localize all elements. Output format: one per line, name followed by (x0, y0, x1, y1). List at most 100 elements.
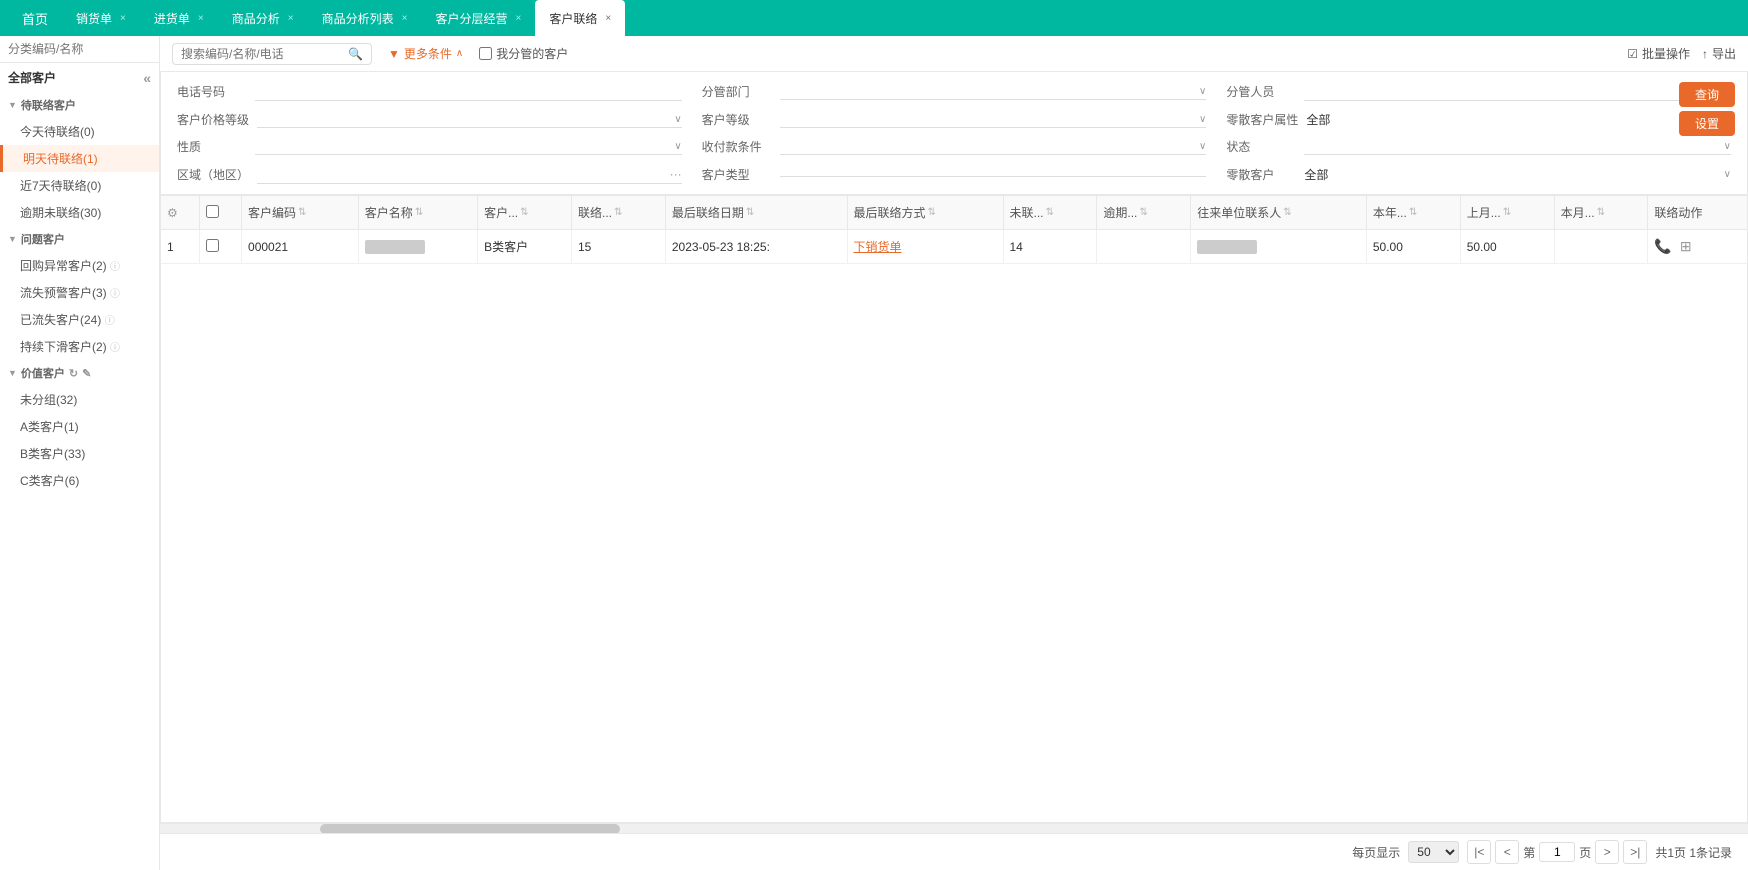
filter-row-status: 状态 ∨ (1226, 138, 1731, 155)
filter-manager-select[interactable]: ··· (1304, 82, 1731, 101)
batch-ops-btn[interactable]: ☑ 批量操作 (1627, 45, 1690, 62)
filter-price-grade-select[interactable]: ∨ (257, 112, 682, 128)
filter-customer-grade-select[interactable]: ∨ (780, 112, 1207, 128)
sidebar-item-warning[interactable]: 流失预警客户(3) ⓘ (0, 279, 159, 306)
th-unlinked[interactable]: 未联...⇅ (1003, 196, 1097, 230)
close-icon[interactable]: × (120, 13, 126, 24)
th-last-contact-date[interactable]: 最后联络日期⇅ (665, 196, 847, 230)
settings-button[interactable]: 设置 (1679, 111, 1735, 136)
page-number-input[interactable] (1539, 842, 1575, 862)
filter-panel: 电话号码 分管部门 ∨ 分管人员 ··· 客户价格等级 (160, 72, 1748, 195)
filter-customer-type-select[interactable] (780, 172, 1207, 177)
td-this-month (1554, 230, 1648, 264)
th-type[interactable]: 客户...⇅ (478, 196, 572, 230)
th-name[interactable]: 客户名称⇅ (358, 196, 477, 230)
last-page-btn[interactable]: >| (1623, 840, 1647, 864)
search-icon[interactable]: 🔍 (348, 47, 363, 61)
sidebar-item-c-class[interactable]: C类客户(6) (0, 467, 159, 494)
close-icon[interactable]: × (605, 13, 611, 24)
nav-item-productanalysis[interactable]: 商品分析 × (218, 0, 308, 36)
filter-row-dept: 分管部门 ∨ (702, 82, 1207, 101)
nav-item-salesorder[interactable]: 销货单 × (62, 0, 140, 36)
nav-home[interactable]: 首页 (8, 0, 62, 36)
sidebar-item-a-class[interactable]: A类客户(1) (0, 413, 159, 440)
sidebar-item-lost[interactable]: 已流失客户(24) ⓘ (0, 306, 159, 333)
chevron-down-icon: ∨ (1199, 86, 1206, 97)
close-icon[interactable]: × (402, 13, 408, 24)
filter-row-phone: 电话号码 (177, 82, 682, 101)
filter-row-customer-grade: 客户等级 ∨ (702, 111, 1207, 128)
row-checkbox[interactable] (206, 239, 219, 252)
query-button[interactable]: 查询 (1679, 82, 1735, 107)
filter-payment-select[interactable]: ∨ (780, 139, 1207, 155)
sidebar-item-today[interactable]: 今天待联络(0) (0, 118, 159, 145)
per-page-select[interactable]: 50 20 100 (1408, 841, 1459, 863)
settings-icon[interactable]: ⚙ (167, 206, 178, 220)
bottom-scrollbar[interactable] (160, 823, 1748, 833)
th-this-month[interactable]: 本月...⇅ (1554, 196, 1648, 230)
td-action: 📞 ⊞ (1648, 230, 1747, 264)
sidebar-group-problem[interactable]: 问题客户 (0, 226, 159, 252)
th-last-contact-way[interactable]: 最后联络方式⇅ (847, 196, 1003, 230)
next-page-btn[interactable]: > (1595, 840, 1619, 864)
export-btn[interactable]: ↑ 导出 (1702, 45, 1736, 62)
sort-icon: ⇅ (298, 207, 306, 218)
sidebar-item-b-class[interactable]: B类客户(33) (0, 440, 159, 467)
filter-nature-select[interactable]: ∨ (255, 139, 682, 155)
nav-item-purchaseorder[interactable]: 进货单 × (140, 0, 218, 36)
td-last-way[interactable]: 下销货单 (847, 230, 1003, 264)
nav-item-customersegment[interactable]: 客户分层经营 × (421, 0, 535, 36)
sidebar-item-abnormal[interactable]: 回购异常客户(2) ⓘ (0, 252, 159, 279)
sidebar-all-customers[interactable]: 全部客户 « (0, 63, 159, 92)
th-contact-count[interactable]: 联络...⇅ (572, 196, 666, 230)
prev-page-btn[interactable]: < (1495, 840, 1519, 864)
top-nav: 首页 销货单 × 进货单 × 商品分析 × 商品分析列表 × 客户分层经营 × … (0, 0, 1748, 36)
filter-region-select[interactable]: ··· (257, 165, 682, 184)
td-this-year: 50.00 (1366, 230, 1460, 264)
my-customer-checkbox[interactable] (479, 47, 492, 60)
th-contact-person[interactable]: 往来单位联系人⇅ (1191, 196, 1367, 230)
filter-btn[interactable]: ▼ 更多条件 ∧ (380, 42, 471, 65)
sidebar-search-input[interactable] (8, 42, 160, 56)
sidebar-item-7days[interactable]: 近7天待联络(0) (0, 172, 159, 199)
table-container: ⚙ 客户编码⇅ 客户名称⇅ 客户...⇅ 联络...⇅ 最后联络日期⇅ 最后联络… (160, 195, 1748, 823)
ellipsis-icon[interactable]: ··· (670, 167, 682, 181)
sidebar-item-overdue[interactable]: 逾期未联络(30) (0, 199, 159, 226)
search-input[interactable] (181, 47, 344, 61)
filter-dept-select[interactable]: ∨ (780, 84, 1207, 100)
my-customer-wrap[interactable]: 我分管的客户 (479, 45, 568, 62)
sidebar-group-pending[interactable]: 待联络客户 (0, 92, 159, 118)
first-page-btn[interactable]: |< (1467, 840, 1491, 864)
td-checkbox[interactable] (199, 230, 242, 264)
th-code[interactable]: 客户编码⇅ (242, 196, 359, 230)
filter-phone-input[interactable] (255, 82, 682, 101)
close-icon[interactable]: × (288, 13, 294, 24)
th-checkbox[interactable] (199, 196, 242, 230)
chevron-down-icon: ∨ (674, 114, 681, 125)
th-settings[interactable]: ⚙ (161, 196, 199, 230)
collapse-icon[interactable]: « (143, 70, 151, 86)
select-all-checkbox[interactable] (206, 205, 219, 218)
qr-icon[interactable]: ⊞ (1680, 238, 1692, 255)
filter-icon: ▼ (388, 47, 400, 61)
close-icon[interactable]: × (515, 13, 521, 24)
nav-item-customercontact[interactable]: 客户联络 × (535, 0, 625, 36)
chevron-down-icon: ∨ (1724, 169, 1731, 180)
nav-item-productanalysislist[interactable]: 商品分析列表 × (308, 0, 422, 36)
th-overdue[interactable]: 逾期...⇅ (1097, 196, 1191, 230)
td-contact-person (1191, 230, 1367, 264)
filter-status-select[interactable]: ∨ (1304, 139, 1731, 155)
sidebar-item-ungrouped[interactable]: 未分组(32) (0, 386, 159, 413)
close-icon[interactable]: × (198, 13, 204, 24)
sidebar-item-declining[interactable]: 持续下滑客户(2) ⓘ (0, 333, 159, 360)
th-this-year[interactable]: 本年...⇅ (1366, 196, 1460, 230)
td-no: 1 (161, 230, 199, 264)
sidebar-group-value[interactable]: 价值客户 ↻ ✎ (0, 360, 159, 386)
td-overdue (1097, 230, 1191, 264)
th-last-month[interactable]: 上月...⇅ (1460, 196, 1554, 230)
phone-icon[interactable]: 📞 (1654, 238, 1671, 255)
sidebar-item-tomorrow[interactable]: 明天待联络(1) (0, 145, 159, 172)
sort-icon: ⇅ (1139, 207, 1147, 218)
filter-row-customer-type: 客户类型 (702, 165, 1207, 184)
content-area: 🔍 ▼ 更多条件 ∧ 我分管的客户 ☑ 批量操作 ↑ 导出 (160, 36, 1748, 870)
